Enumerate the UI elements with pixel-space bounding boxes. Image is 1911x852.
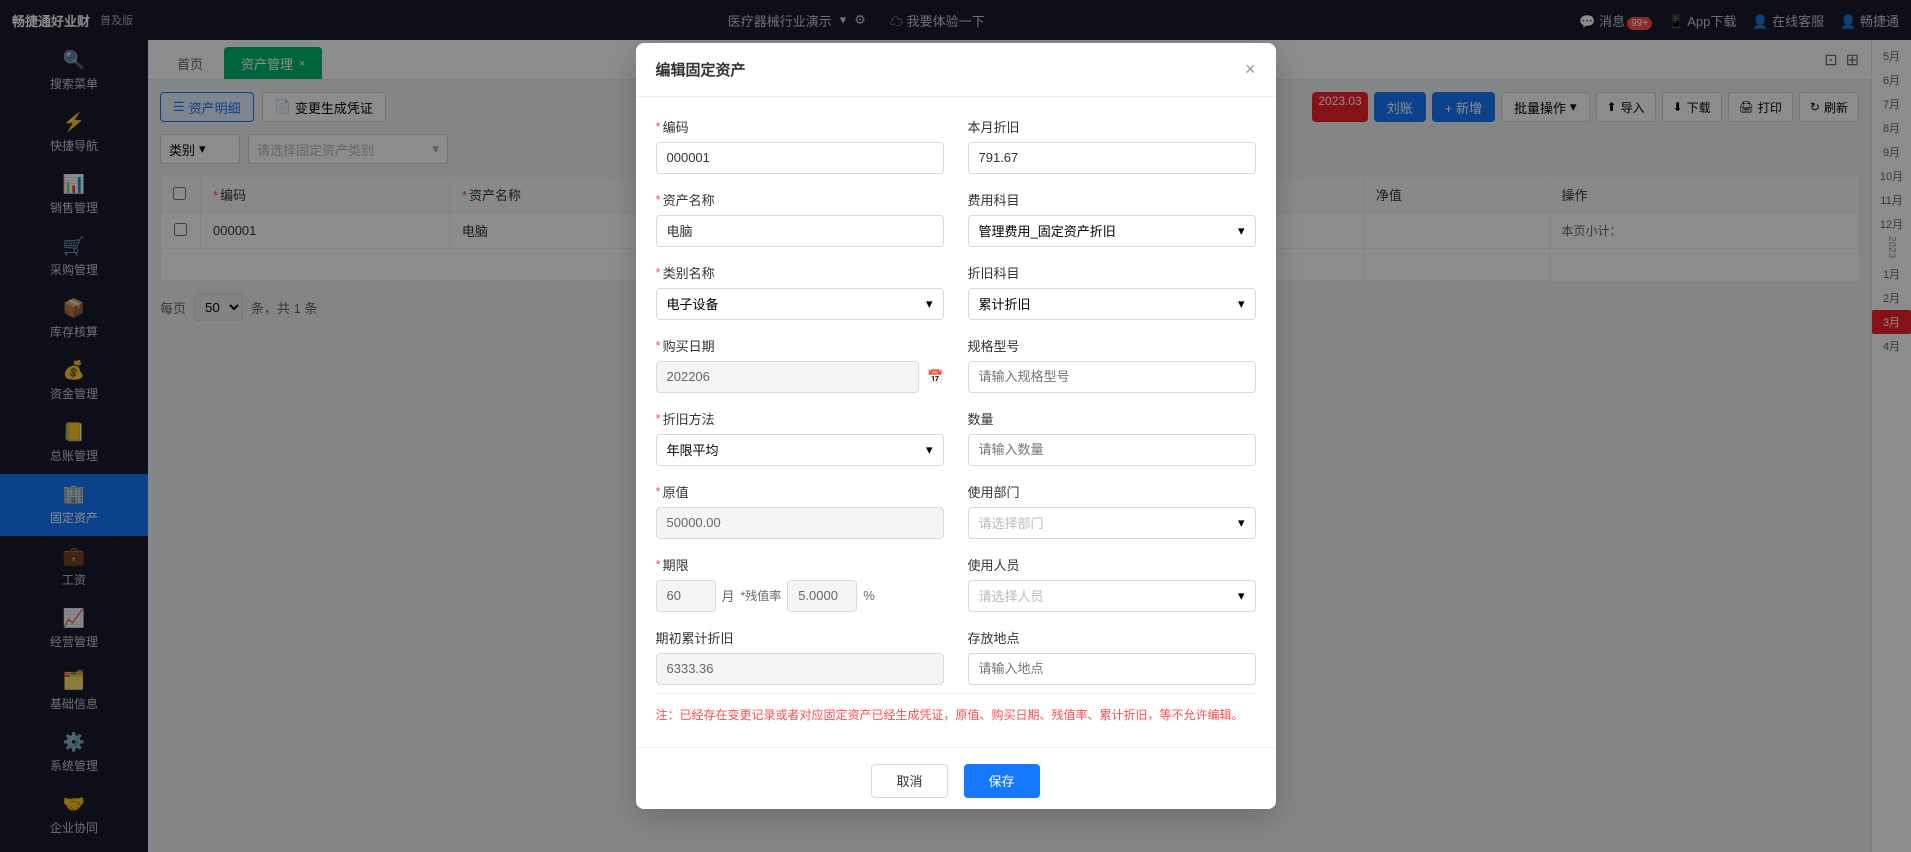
expense-account-label: 费用科目 [968,190,1256,209]
modal-close-btn[interactable]: × [1245,59,1256,80]
form-item-period-dep: 期初累计折旧 [656,628,944,685]
chevron-down-icon: ▾ [926,442,933,458]
category-select[interactable]: 电子设备 ▾ [656,288,944,320]
save-button[interactable]: 保存 [964,764,1040,798]
storage-label: 存放地点 [968,628,1256,647]
dep-method-label: *折旧方法 [656,409,944,428]
edit-asset-modal: 编辑固定资产 × *编码 本月折旧 [636,43,1276,810]
month-dep-input[interactable] [968,142,1256,174]
modal-overlay: 编辑固定资产 × *编码 本月折旧 [0,0,1911,852]
period-dep-input[interactable] [656,653,944,685]
expense-account-select[interactable]: 管理费用_固定资产折旧 ▾ [968,215,1256,247]
form-item-user: 使用人员 请选择人员 ▾ [968,555,1256,612]
modal-header: 编辑固定资产 × [636,43,1276,97]
name-label: *资产名称 [656,190,944,209]
modal-body: *编码 本月折旧 *资产名称 费用科 [636,97,1276,747]
form-item-purchase-date: *购买日期 📅 [656,336,944,393]
period-unit: 月 [722,586,735,605]
form-item-name: *资产名称 [656,190,944,247]
spec-model-label: 规格型号 [968,336,1256,355]
original-value-input[interactable] [656,507,944,539]
form-item-storage: 存放地点 [968,628,1256,685]
form-item-dep-method: *折旧方法 年限平均 ▾ [656,409,944,466]
form-item-period: *期限 月 *残值率 % [656,555,944,612]
purchase-date-row: 📅 [656,361,944,393]
chevron-down-icon: ▾ [1238,223,1245,239]
form-item-original-value: *原值 [656,482,944,539]
dep-method-select[interactable]: 年限平均 ▾ [656,434,944,466]
residual-rate-unit: % [863,588,875,603]
form-item-month-dep: 本月折旧 [968,117,1256,174]
dept-label: 使用部门 [968,482,1256,501]
chevron-down-icon: ▾ [926,296,933,312]
dep-account-label: 折旧科目 [968,263,1256,282]
dep-account-select[interactable]: 累计折旧 ▾ [968,288,1256,320]
chevron-down-icon: ▾ [1238,296,1245,312]
residual-rate-input[interactable] [787,580,857,612]
quantity-input[interactable] [968,434,1256,466]
spec-model-input[interactable] [968,361,1256,393]
form-item-expense-account: 费用科目 管理费用_固定资产折旧 ▾ [968,190,1256,247]
purchase-date-label: *购买日期 [656,336,944,355]
modal-footer: 取消 保存 [636,747,1276,810]
form-item-category: *类别名称 电子设备 ▾ [656,263,944,320]
name-input[interactable] [656,215,944,247]
category-label: *类别名称 [656,263,944,282]
form-item-dep-account: 折旧科目 累计折旧 ▾ [968,263,1256,320]
original-value-label: *原值 [656,482,944,501]
period-row: 月 *残值率 % [656,580,944,612]
chevron-down-icon: ▾ [1238,588,1245,604]
modal-title: 编辑固定资产 [656,59,746,80]
chevron-down-icon: ▾ [1238,515,1245,531]
period-input[interactable] [656,580,716,612]
period-label: *期限 [656,555,944,574]
cancel-button[interactable]: 取消 [871,764,947,798]
form-grid: *编码 本月折旧 *资产名称 费用科 [656,117,1256,685]
modal-note: 注：已经存在变更记录或者对应固定资产已经生成凭证，原值、购买日期、残值率、累计折… [656,693,1256,727]
form-item-quantity: 数量 [968,409,1256,466]
code-input[interactable] [656,142,944,174]
form-item-code: *编码 [656,117,944,174]
dept-select[interactable]: 请选择部门 ▾ [968,507,1256,539]
month-dep-label: 本月折旧 [968,117,1256,136]
form-item-dept: 使用部门 请选择部门 ▾ [968,482,1256,539]
calendar-icon[interactable]: 📅 [927,369,943,385]
period-dep-label: 期初累计折旧 [656,628,944,647]
code-label: *编码 [656,117,944,136]
user-label: 使用人员 [968,555,1256,574]
form-item-spec-model: 规格型号 [968,336,1256,393]
residual-rate-label: *残值率 [741,587,782,604]
purchase-date-input[interactable] [656,361,920,393]
quantity-label: 数量 [968,409,1256,428]
user-select[interactable]: 请选择人员 ▾ [968,580,1256,612]
storage-input[interactable] [968,653,1256,685]
